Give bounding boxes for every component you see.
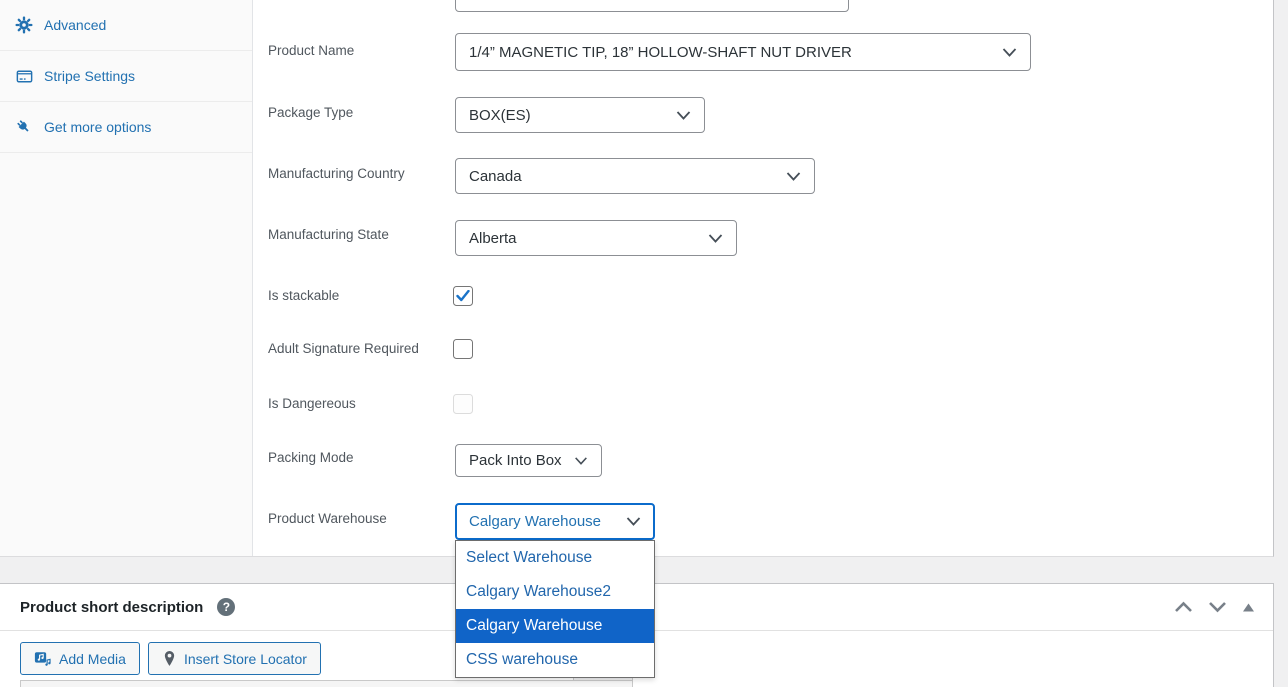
package-type-value: BOX(ES) [469,106,531,124]
add-media-label: Add Media [59,650,126,667]
editor-toolbar-area[interactable] [20,680,633,687]
product-warehouse-select[interactable]: Calgary Warehouse [455,503,655,540]
help-icon[interactable]: ? [217,598,236,616]
manufacturing-country-value: Canada [469,167,522,185]
map-pin-icon [164,651,175,666]
chevron-down-icon [1209,602,1226,613]
plug-icon [15,118,33,136]
short-description-title: Product short description [20,598,204,616]
field-label-manufacturing-country: Manufacturing Country [268,166,405,181]
product-name-select[interactable]: 1/4” MAGNETIC TIP, 18” HOLLOW-SHAFT NUT … [455,33,1031,71]
metabox-controls [1174,584,1255,630]
sidebar-item-advanced[interactable]: Advanced [0,0,252,51]
sidebar-item-label: Stripe Settings [44,68,136,84]
manufacturing-state-value: Alberta [469,229,517,247]
product-warehouse-dropdown-list: Select Warehouse Calgary Warehouse2 Calg… [455,540,655,678]
media-icon [34,651,51,666]
toggle-panel-button[interactable] [1242,602,1255,612]
product-warehouse-value: Calgary Warehouse [469,513,602,530]
move-down-button[interactable] [1208,601,1227,613]
chevron-down-icon [786,171,801,181]
product-name-value: 1/4” MAGNETIC TIP, 18” HOLLOW-SHAFT NUT … [469,43,852,61]
packing-mode-select[interactable]: Pack Into Box [455,444,602,477]
dropdown-option-select-warehouse[interactable]: Select Warehouse [456,541,654,575]
chevron-down-icon [676,110,691,120]
field-label-packing-mode: Packing Mode [268,450,354,465]
add-media-button[interactable]: Add Media [20,642,140,675]
is-stackable-checkbox[interactable] [453,286,473,306]
field-label-product-warehouse: Product Warehouse [268,511,387,526]
page: Advanced Stripe Settings Get more option… [0,0,1288,687]
chevron-down-icon [575,456,587,465]
product-data-panel: Advanced Stripe Settings Get more option… [0,0,1274,557]
manufacturing-state-select[interactable]: Alberta [455,220,737,256]
chevron-down-icon [1002,47,1017,57]
sidebar-item-stripe-settings[interactable]: Stripe Settings [0,51,252,102]
field-label-adult-signature-required: Adult Signature Required [268,341,419,356]
insert-store-locator-button[interactable]: Insert Store Locator [147,642,321,675]
dropdown-option-calgary-warehouse2[interactable]: Calgary Warehouse2 [456,575,654,609]
card-icon [15,67,33,85]
sidebar-item-label: Get more options [44,119,152,135]
field-label-is-stackable: Is stackable [268,288,340,303]
dropdown-option-css-warehouse[interactable]: CSS warehouse [456,643,654,677]
checkmark-icon [456,290,470,302]
field-label-is-dangereous: Is Dangereous [268,396,356,411]
product-data-sidebar: Advanced Stripe Settings Get more option… [0,0,253,556]
is-dangereous-checkbox [453,394,473,414]
package-type-select[interactable]: BOX(ES) [455,97,705,133]
adult-signature-required-checkbox[interactable] [453,339,473,359]
sidebar-item-label: Advanced [44,17,107,33]
field-label-manufacturing-state: Manufacturing State [268,227,389,242]
chevron-up-icon [1175,601,1192,612]
sidebar-item-get-more-options[interactable]: Get more options [0,102,252,153]
editor-media-buttons: Add Media Insert Store Locator [20,642,321,675]
field-label-product-name: Product Name [268,43,355,58]
chevron-down-icon [708,233,723,243]
previous-field-select-partial[interactable] [455,0,849,12]
field-label-package-type: Package Type [268,105,354,120]
manufacturing-country-select[interactable]: Canada [455,158,815,194]
gear-icon [15,16,33,34]
dropdown-option-calgary-warehouse[interactable]: Calgary Warehouse [456,609,654,643]
insert-store-locator-label: Insert Store Locator [183,650,307,667]
packing-mode-value: Pack Into Box [469,452,562,469]
chevron-down-icon [626,517,641,526]
triangle-up-icon [1243,603,1254,612]
move-up-button[interactable] [1174,601,1193,613]
